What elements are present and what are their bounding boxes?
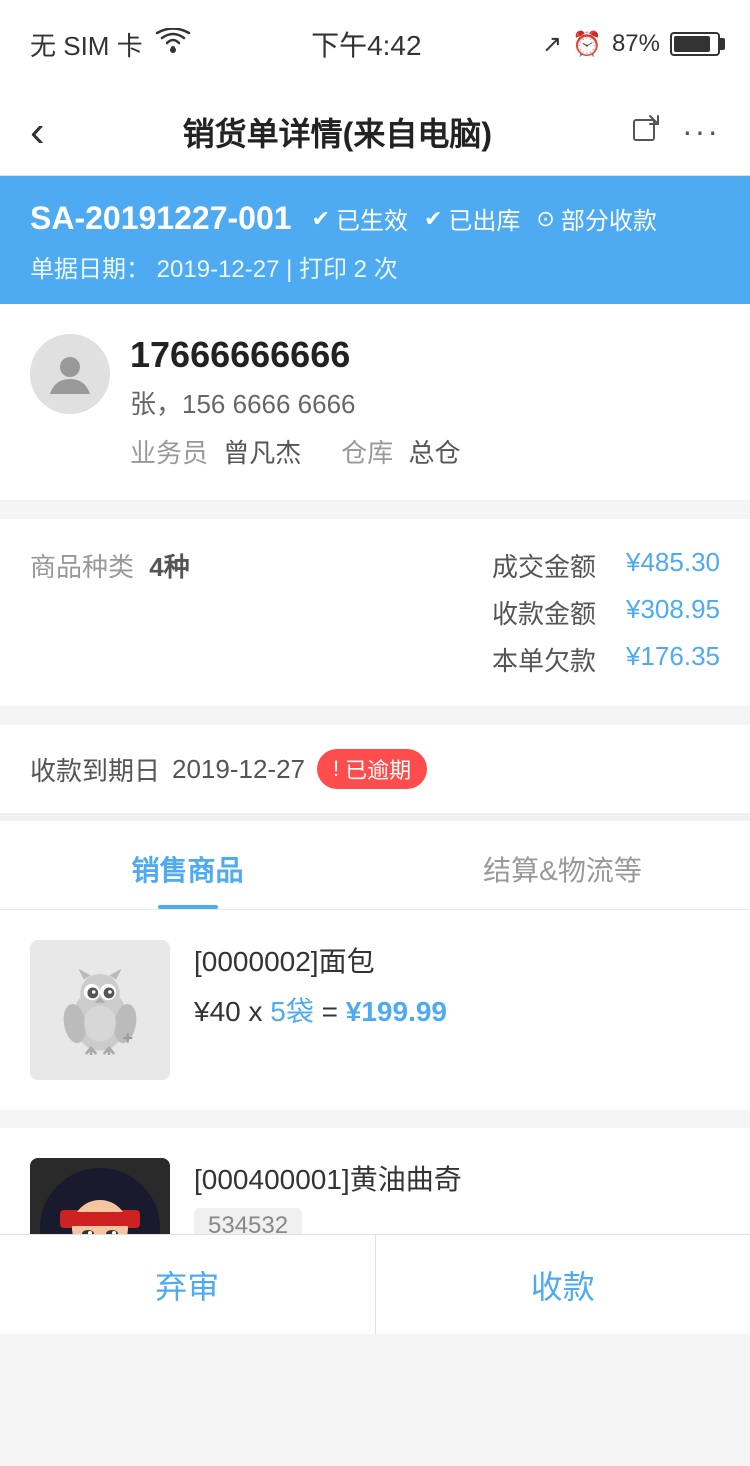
overdue-badge: ! 已逾期 <box>317 749 427 789</box>
collection-row: 收款金额 ¥308.95 <box>492 594 720 631</box>
customer-info: 17666666666 张，156 6666 6666 业务员 曾凡杰 仓库 总… <box>130 334 720 470</box>
cancel-button[interactable]: 弃审 <box>0 1235 376 1334</box>
status-bar: 无 SIM 卡 下午4:42 ↗ ⏰ 87% <box>0 0 750 88</box>
header-banner: SA-20191227-001 ✔ 已生效 ✔ 已出库 ⊙ 部分收款 单据日期：… <box>0 176 750 304</box>
customer-id: 17666666666 <box>130 334 720 376</box>
stats-section: 商品种类 4种 成交金额 ¥485.30 收款金额 ¥308.95 本单欠款 ¥… <box>0 519 750 707</box>
clock-icon: ⊙ <box>536 206 554 232</box>
transaction-row: 成交金额 ¥485.30 <box>492 547 720 584</box>
nav-actions: ··· <box>630 112 720 152</box>
tab-settlement[interactable]: 结算&物流等 <box>375 821 750 909</box>
product-price-1: ¥40 x 5袋 = ¥199.99 <box>194 990 720 1030</box>
battery-percent: 87% <box>612 30 660 58</box>
avatar <box>30 334 110 414</box>
share-button[interactable] <box>630 112 662 152</box>
customer-section: 17666666666 张，156 6666 6666 业务员 曾凡杰 仓库 总… <box>0 304 750 501</box>
customer-name-phone: 张，156 6666 6666 <box>130 384 720 421</box>
check-icon-2: ✔ <box>424 206 442 232</box>
debt-row: 本单欠款 ¥176.35 <box>492 641 720 678</box>
product-item-1: + [0000002]面包 ¥40 x 5袋 = ¥199.99 <box>0 910 750 1110</box>
tab-sales-products[interactable]: 销售商品 <box>0 821 375 909</box>
due-date-value: 2019-12-27 <box>172 754 305 785</box>
banner-date: 单据日期： 2019-12-27 | 打印 2 次 <box>30 249 720 284</box>
due-date-label: 收款到期日 <box>30 751 160 788</box>
financial-stats: 成交金额 ¥485.30 收款金额 ¥308.95 本单欠款 ¥176.35 <box>492 547 720 678</box>
customer-meta: 业务员 曾凡杰 仓库 总仓 <box>130 433 720 470</box>
status-tags: ✔ 已生效 ✔ 已出库 ⊙ 部分收款 <box>312 201 657 236</box>
order-id: SA-20191227-001 <box>30 200 292 237</box>
warehouse-info: 仓库 总仓 <box>341 433 460 470</box>
status-tag-partial: ⊙ 部分收款 <box>536 201 656 236</box>
status-right: ↗ ⏰ 87% <box>542 30 720 59</box>
product-types: 商品种类 4种 <box>30 547 190 584</box>
back-button[interactable]: ‹ <box>30 107 45 157</box>
due-date-section: 收款到期日 2019-12-27 ! 已逾期 <box>0 725 750 821</box>
bottom-bar: 弃审 收款 <box>0 1234 750 1334</box>
product-name-1: [0000002]面包 <box>194 940 720 980</box>
alarm-icon: ⏰ <box>572 30 602 59</box>
product-thumb-1: + <box>30 940 170 1080</box>
salesperson-info: 业务员 曾凡杰 <box>130 433 301 470</box>
tabs: 销售商品 结算&物流等 <box>0 821 750 910</box>
status-tag-shipped: ✔ 已出库 <box>424 201 520 236</box>
wifi-icon <box>155 28 191 61</box>
carrier-text: 无 SIM 卡 <box>30 26 143 63</box>
collect-button[interactable]: 收款 <box>376 1235 750 1334</box>
status-tag-effective: ✔ 已生效 <box>312 201 408 236</box>
svg-text:+: + <box>123 1028 134 1048</box>
more-button[interactable]: ··· <box>682 113 720 150</box>
overdue-icon: ! <box>333 756 339 782</box>
check-icon-1: ✔ <box>312 206 330 232</box>
nav-bar: ‹ 销货单详情(来自电脑) ··· <box>0 88 750 176</box>
product-info-1: [0000002]面包 ¥40 x 5袋 = ¥199.99 <box>194 940 720 1030</box>
time-display: 下午4:42 <box>311 24 422 64</box>
battery-icon <box>670 32 720 56</box>
product-name-2: [000400001]黄油曲奇 <box>194 1158 720 1198</box>
location-icon: ↗ <box>542 30 562 59</box>
status-left: 无 SIM 卡 <box>30 26 191 63</box>
page-title: 销货单详情(来自电脑) <box>183 109 492 155</box>
